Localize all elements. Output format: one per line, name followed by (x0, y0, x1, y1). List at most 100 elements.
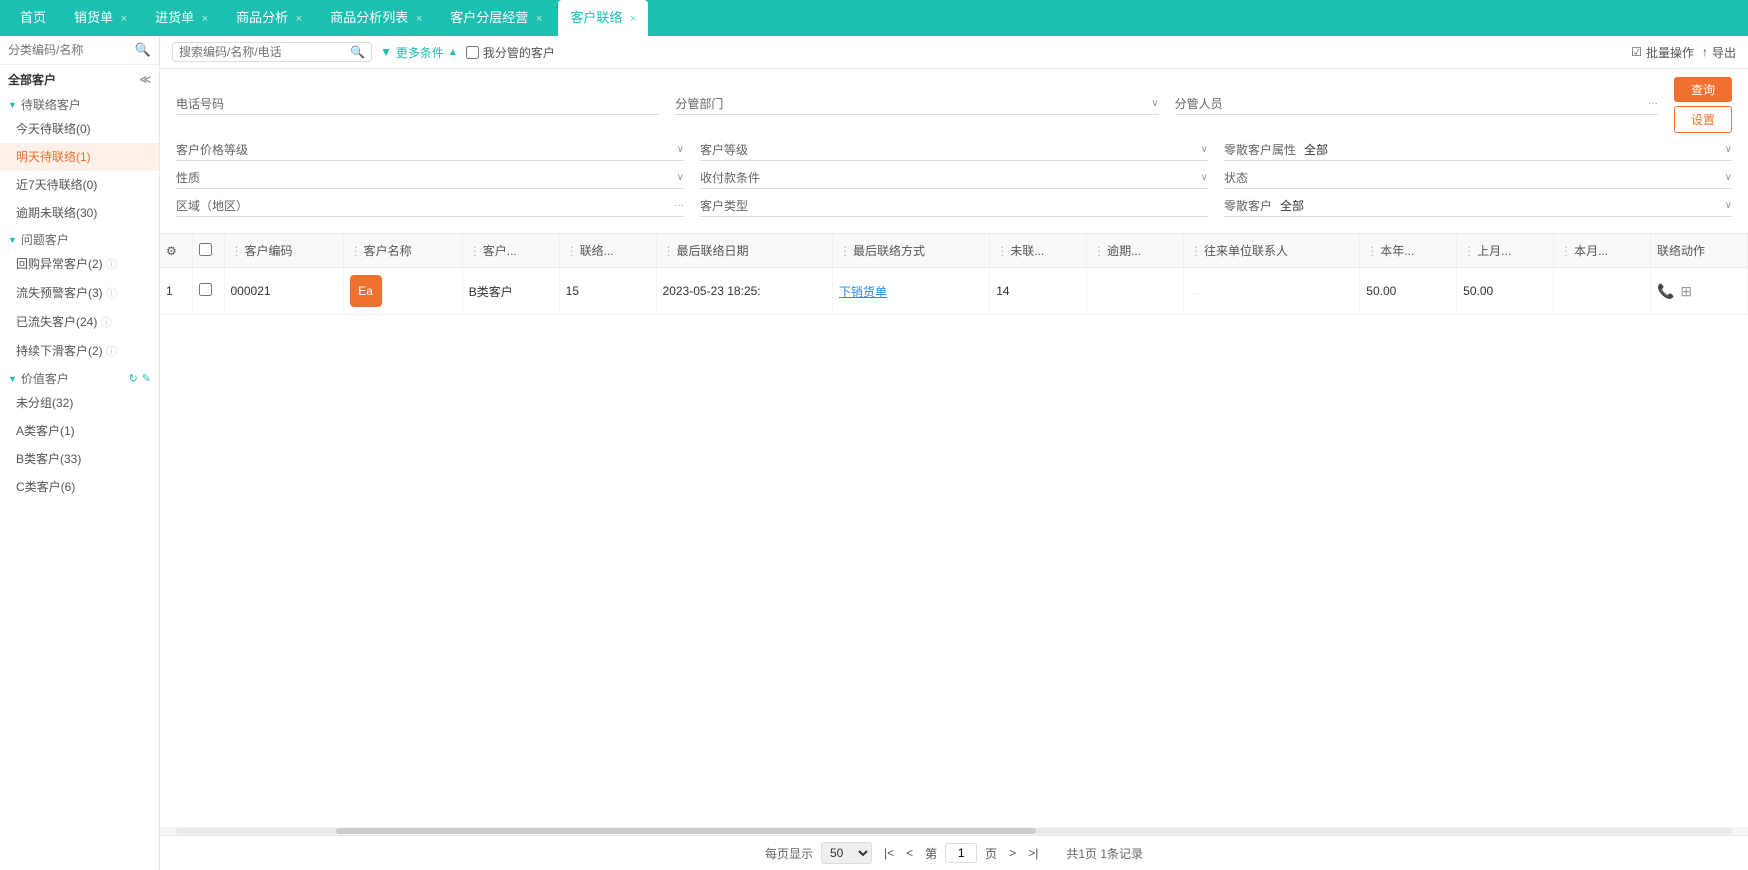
filter-row-1: 电话号码 分管部门 ∨ 分管人员 ··· 查询 设置 (176, 77, 1732, 133)
retail-customer-arrow-icon: ∨ (1725, 200, 1732, 211)
nav-product-analysis[interactable]: 商品分析 × (224, 0, 314, 36)
retail-attr-field: 零散客户属性 全部 ∨ (1224, 141, 1732, 161)
nav-customer-contact[interactable]: 客户联络 × (558, 0, 648, 36)
sidebar-repurchase-abnormal[interactable]: 回购异常客户(2) ⓘ (0, 250, 159, 279)
sidebar-unclassified[interactable]: 未分组(32) (0, 389, 159, 417)
collapse-icon[interactable]: ≪ (139, 73, 151, 86)
customer-price-level-field: 客户价格等级 ∨ (176, 141, 684, 161)
nav-sales-order[interactable]: 销货单 × (62, 0, 139, 36)
status-arrow-icon: ∨ (1725, 172, 1732, 183)
filter-bar: 🔍 ▼ 更多条件 ▲ 我分管的客户 ☑ 批量操作 ↑ 导出 (160, 36, 1748, 69)
close-product-analysis-icon[interactable]: × (296, 13, 302, 25)
sort-icon-2: ⋮ (350, 244, 362, 258)
filter-right-actions: ☑ 批量操作 ↑ 导出 (1631, 44, 1736, 61)
row-customer-name: Ea (343, 268, 462, 315)
sidebar-today-contact[interactable]: 今天待联络(0) (0, 115, 159, 143)
sidebar-overdue-contact[interactable]: 逾期未联络(30) (0, 199, 159, 227)
customer-type-field: 客户类型 (700, 197, 1208, 217)
grid-action-icon[interactable]: ⊞ (1680, 283, 1692, 300)
my-customers-checkbox[interactable] (466, 46, 479, 59)
retail-attr-arrow-icon: ∨ (1725, 144, 1732, 155)
more-conditions-button[interactable]: ▼ 更多条件 ▲ (380, 44, 458, 61)
dept-label: 分管部门 (675, 95, 723, 112)
all-customers-label: 全部客户 (8, 71, 56, 88)
sidebar-class-a[interactable]: A类客户(1) (0, 417, 159, 445)
sidebar-class-c[interactable]: C类客户(6) (0, 473, 159, 501)
sidebar-search-input[interactable] (8, 43, 135, 57)
close-product-analysis-list-icon[interactable]: × (416, 13, 422, 25)
nav-product-analysis-list[interactable]: 商品分析列表 × (318, 0, 434, 36)
customer-level-label: 客户等级 (700, 141, 748, 158)
col-contact-person: ⋮往来单位联系人 (1183, 234, 1359, 268)
sidebar-search-area: 🔍 (0, 36, 159, 65)
select-all-checkbox[interactable] (199, 243, 212, 256)
sidebar-lost[interactable]: 已流失客户(24) ⓘ (0, 308, 159, 337)
sidebar-week-contact[interactable]: 近7天待联络(0) (0, 171, 159, 199)
row-index: 1 (160, 268, 192, 315)
sort-icon-11: ⋮ (1463, 244, 1475, 258)
content-area: 🔍 ▼ 更多条件 ▲ 我分管的客户 ☑ 批量操作 ↑ 导出 (160, 36, 1748, 870)
row-checkbox[interactable] (199, 283, 212, 296)
page-suffix: 页 (981, 843, 1001, 864)
value-customers-edit-icon[interactable]: ✎ (142, 372, 151, 385)
all-customers-header: 全部客户 ≪ (0, 65, 159, 92)
col-last-month: ⋮上月... (1457, 234, 1554, 268)
payment-terms-label: 收付款条件 (700, 169, 760, 186)
retail-customer-value[interactable]: 全部 (1280, 197, 1721, 214)
row-checkbox-cell (192, 268, 224, 315)
col-customer-type-header: ⋮客户... (462, 234, 559, 268)
search-icon[interactable]: 🔍 (350, 45, 365, 59)
close-purchase-order-icon[interactable]: × (202, 13, 208, 25)
close-customer-contact-icon[interactable]: × (630, 13, 636, 25)
close-customer-tiered-icon[interactable]: × (536, 13, 542, 25)
nav-customer-tiered[interactable]: 客户分层经营 × (438, 0, 554, 36)
region-label: 区域（地区） (176, 197, 248, 214)
table-area: ⚙ ⋮客户编码 ⋮客户名称 ⋮客户... ⋮联络... ⋮最后联络日期 ⋮最后联… (160, 234, 1748, 827)
first-page-button[interactable]: |< (880, 844, 898, 862)
query-button[interactable]: 查询 (1674, 77, 1732, 102)
col-customer-name: ⋮客户名称 (343, 234, 462, 268)
export-button[interactable]: ↑ 导出 (1702, 44, 1736, 61)
my-customers-checkbox-label: 我分管的客户 (466, 44, 555, 61)
manager-label: 分管人员 (1175, 95, 1223, 112)
sidebar-class-b[interactable]: B类客户(33) (0, 445, 159, 473)
sidebar-lost-risk[interactable]: 流失预警客户(3) ⓘ (0, 279, 159, 308)
scrollbar-thumb[interactable] (336, 828, 1036, 834)
row-last-month: 50.00 (1457, 268, 1554, 315)
current-page-input[interactable] (945, 843, 977, 863)
sidebar-tomorrow-contact[interactable]: 明天待联络(1) (0, 143, 159, 171)
status-label: 状态 (1224, 169, 1248, 186)
prev-page-button[interactable]: < (902, 844, 917, 862)
value-customers-refresh-icon[interactable]: ↻ (129, 372, 138, 385)
retail-attr-value[interactable]: 全部 (1304, 141, 1721, 158)
action-icons-group: 📞 ⊞ (1657, 283, 1741, 300)
col-overdue: ⋮逾期... (1087, 234, 1184, 268)
status-field: 状态 ∨ (1224, 169, 1732, 189)
sidebar-search-icon[interactable]: 🔍 (135, 42, 151, 58)
last-contact-method-link[interactable]: 下销货单 (839, 285, 887, 299)
phone-action-icon[interactable]: 📞 (1657, 283, 1674, 300)
sidebar-continuous-decline[interactable]: 持续下滑客户(2) ⓘ (0, 337, 159, 366)
col-settings[interactable]: ⚙ (160, 234, 192, 268)
page-size-select[interactable]: 50 100 200 (821, 842, 872, 864)
phone-label: 电话号码 (176, 95, 224, 112)
customer-avatar: Ea (350, 275, 382, 307)
nav-purchase-order[interactable]: 进货单 × (143, 0, 220, 36)
row-unlinkday: 14 (990, 268, 1087, 315)
main-layout: 🔍 全部客户 ≪ 待联络客户 今天待联络(0) 明天待联络(1) 近7天待联络(… (0, 36, 1748, 870)
retail-attr-label: 零散客户属性 (1224, 141, 1296, 158)
bottom-pagination-bar: 每页显示 50 100 200 |< < 第 页 > >| 共1页 1条记录 (160, 835, 1748, 870)
last-page-button[interactable]: >| (1024, 844, 1042, 862)
page-label: 第 (921, 843, 941, 864)
close-sales-order-icon[interactable]: × (121, 13, 127, 25)
horizontal-scrollbar (160, 827, 1748, 835)
settings-button[interactable]: 设置 (1674, 106, 1732, 133)
next-page-button[interactable]: > (1005, 844, 1020, 862)
row-customer-type: B类客户 (462, 268, 559, 315)
filter-actions: 查询 设置 (1674, 77, 1732, 133)
nav-home[interactable]: 首页 (8, 0, 58, 36)
dept-filter-field: 分管部门 ∨ (675, 95, 1158, 115)
batch-operation-button[interactable]: ☑ 批量操作 (1631, 44, 1694, 61)
filter-row-4: 区域（地区） ··· 客户类型 零散客户 全部 ∨ (176, 197, 1732, 217)
search-input[interactable] (179, 45, 350, 59)
